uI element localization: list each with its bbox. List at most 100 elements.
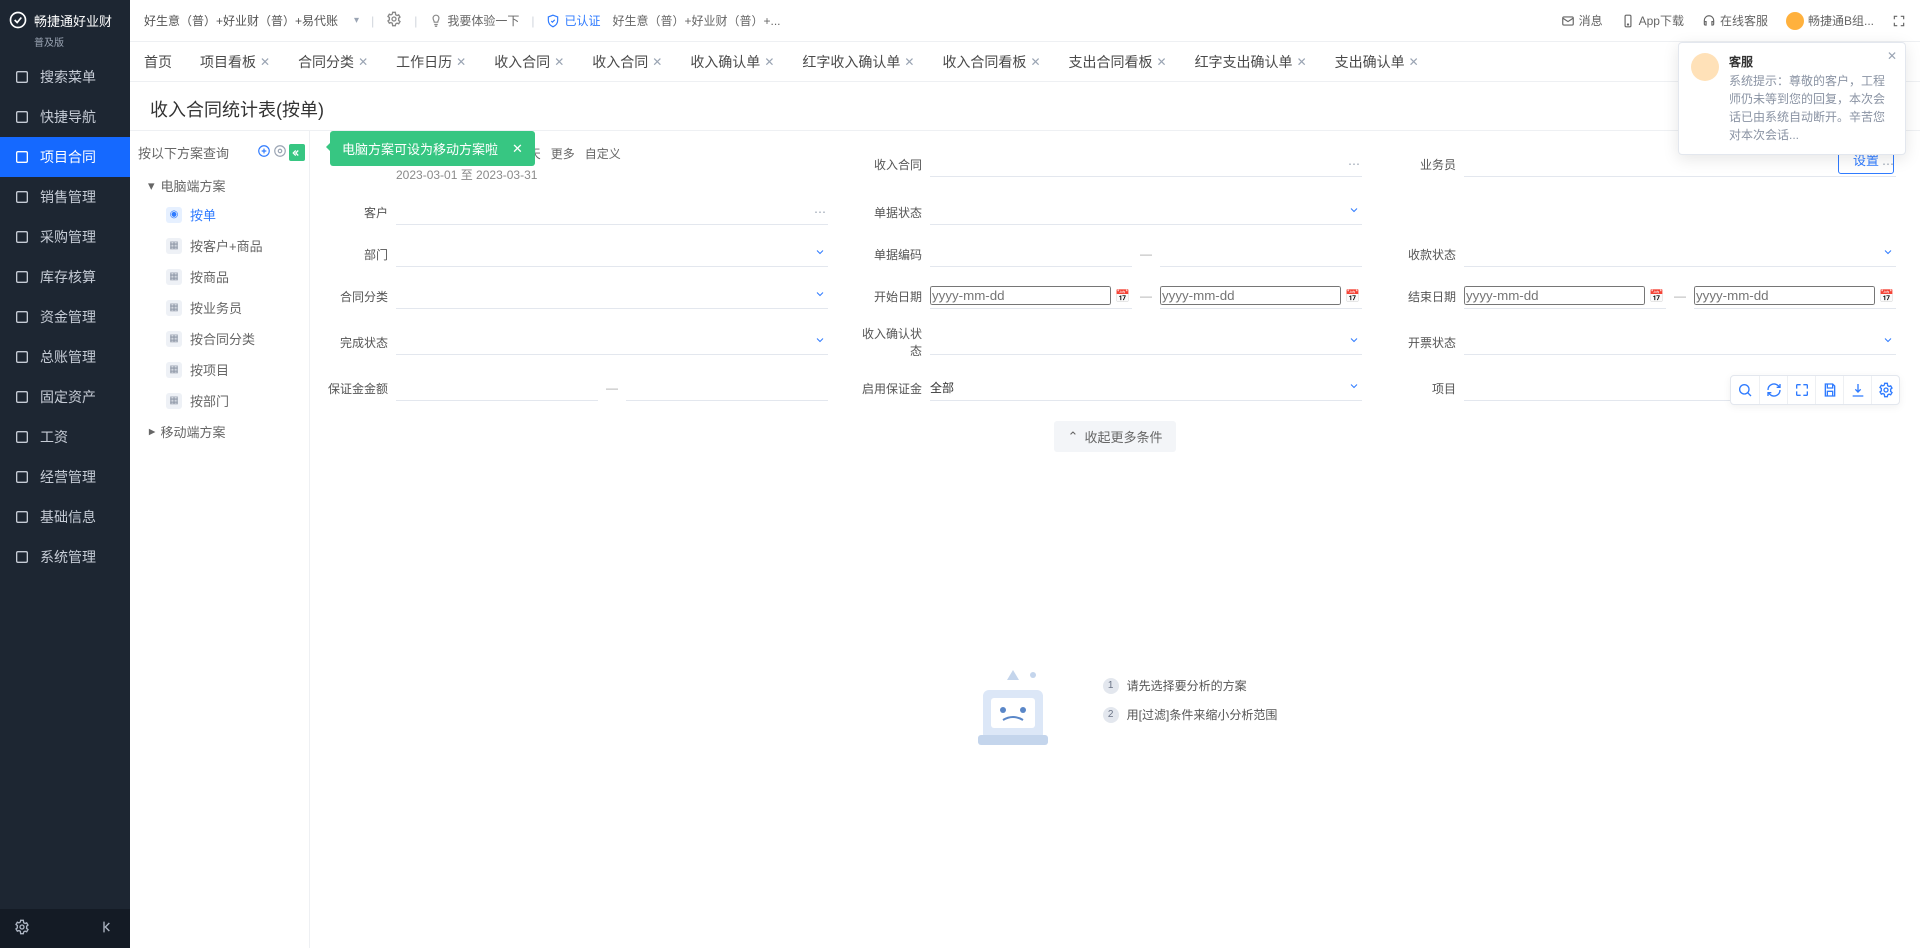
sidebar-item-9[interactable]: 工资 (0, 417, 130, 457)
scheme-item-1[interactable]: ▦按客户+商品 (138, 230, 305, 261)
tool-search-icon[interactable] (1731, 376, 1759, 404)
chevron-down-icon[interactable] (1348, 204, 1360, 219)
sidebar-item-8[interactable]: 固定资产 (0, 377, 130, 417)
settings-icon[interactable] (14, 919, 30, 938)
tool-save-icon[interactable] (1815, 376, 1843, 404)
sidebar-item-0[interactable]: 搜索菜单 (0, 57, 130, 97)
close-tab-icon[interactable]: ✕ (260, 55, 270, 69)
collapse-scheme-icon[interactable] (289, 144, 305, 161)
close-tab-icon[interactable]: ✕ (456, 55, 466, 69)
invoice-status-field[interactable] (1464, 329, 1896, 355)
tab-8[interactable]: 收入合同看板✕ (928, 52, 1054, 72)
scheme-item-0[interactable]: ◉按单 (138, 199, 305, 230)
tab-4[interactable]: 收入合同✕ (480, 52, 578, 72)
tab-6[interactable]: 收入确认单✕ (676, 52, 788, 72)
tool-expand-icon[interactable] (1787, 376, 1815, 404)
sidebar-item-5[interactable]: 库存核算 (0, 257, 130, 297)
tab-2[interactable]: 合同分类✕ (284, 52, 382, 72)
receipt-status-field[interactable] (1464, 241, 1896, 267)
contract-class-field[interactable] (396, 283, 828, 309)
collapse-sidebar-icon[interactable] (100, 919, 116, 938)
scheme-item-2[interactable]: ▦按商品 (138, 261, 305, 292)
more-icon[interactable]: ⋯ (814, 205, 826, 219)
sidebar-item-3[interactable]: 销售管理 (0, 177, 130, 217)
tab-11[interactable]: 支出确认单✕ (1321, 52, 1433, 72)
scheme-item-6[interactable]: ▦按部门 (138, 385, 305, 416)
calendar-icon[interactable]: 📅 (1879, 289, 1894, 303)
chevron-down-icon[interactable] (814, 246, 826, 261)
chevron-down-icon[interactable] (814, 334, 826, 349)
tab-9[interactable]: 支出合同看板✕ (1055, 52, 1181, 72)
gear-icon[interactable] (386, 11, 402, 30)
sidebar-item-11[interactable]: 基础信息 (0, 497, 130, 537)
scheme-item-3[interactable]: ▦按业务员 (138, 292, 305, 323)
sidebar-item-1[interactable]: 快捷导航 (0, 97, 130, 137)
verified-badge[interactable]: 已认证 (546, 12, 600, 29)
close-tip-icon[interactable]: ✕ (512, 141, 523, 157)
chevron-down-icon[interactable]: ▾ (354, 15, 359, 26)
close-popup-icon[interactable]: ✕ (1887, 49, 1897, 63)
calendar-icon[interactable]: 📅 (1115, 289, 1130, 303)
tab-10[interactable]: 红字支出确认单✕ (1181, 52, 1321, 72)
voucherno-to[interactable] (1160, 241, 1362, 267)
customer-field[interactable]: ⋯ (396, 199, 828, 225)
deposit-from[interactable] (396, 375, 598, 401)
collapse-filters[interactable]: ⌃收起更多条件 (1054, 421, 1177, 452)
startdate-from[interactable]: 📅 (930, 283, 1132, 309)
scheme-item-5[interactable]: ▦按项目 (138, 354, 305, 385)
deposit-to[interactable] (626, 375, 828, 401)
calendar-icon[interactable]: 📅 (1649, 289, 1664, 303)
tab-1[interactable]: 项目看板✕ (186, 52, 284, 72)
top-app-download[interactable]: App下载 (1621, 12, 1684, 29)
close-tab-icon[interactable]: ✕ (554, 55, 564, 69)
enddate-from[interactable]: 📅 (1464, 283, 1666, 309)
confirm-status-field[interactable] (930, 329, 1362, 355)
chevron-down-icon[interactable] (814, 288, 826, 303)
share-scheme-icon[interactable] (273, 144, 287, 161)
fullscreen-icon[interactable] (1892, 14, 1906, 28)
tool-export-icon[interactable] (1843, 376, 1871, 404)
deposit-enabled-field[interactable]: 全部 (930, 375, 1362, 401)
complete-status-field[interactable] (396, 329, 828, 355)
sidebar-item-2[interactable]: 项目合同 (0, 137, 130, 177)
top-messages[interactable]: 消息 (1561, 12, 1603, 29)
date-option[interactable]: 更多 (551, 145, 575, 164)
tab-7[interactable]: 红字收入确认单✕ (788, 52, 928, 72)
tryout-link[interactable]: 我要体验一下 (429, 12, 519, 29)
sidebar-item-4[interactable]: 采购管理 (0, 217, 130, 257)
chevron-down-icon[interactable] (1348, 380, 1360, 395)
calendar-icon[interactable]: 📅 (1345, 289, 1360, 303)
voucherno-from[interactable] (930, 241, 1132, 267)
close-tab-icon[interactable]: ✕ (1297, 55, 1307, 69)
sidebar-item-12[interactable]: 系统管理 (0, 537, 130, 577)
chevron-down-icon[interactable] (1882, 246, 1894, 261)
top-apps[interactable]: 好生意（普）+好业财（普）+易代账 (144, 12, 338, 29)
close-tab-icon[interactable]: ✕ (1157, 55, 1167, 69)
top-user[interactable]: 畅捷通B组... (1786, 12, 1874, 30)
close-tab-icon[interactable]: ✕ (1030, 55, 1040, 69)
startdate-to[interactable]: 📅 (1160, 283, 1362, 309)
close-tab-icon[interactable]: ✕ (1409, 55, 1419, 69)
scheme-item-4[interactable]: ▦按合同分类 (138, 323, 305, 354)
sidebar-item-6[interactable]: 资金管理 (0, 297, 130, 337)
tab-5[interactable]: 收入合同✕ (578, 52, 676, 72)
enddate-to[interactable]: 📅 (1694, 283, 1896, 309)
more-icon[interactable]: ⋯ (1348, 157, 1360, 171)
dept-field[interactable] (396, 241, 828, 267)
tool-settings-icon[interactable] (1871, 376, 1899, 404)
date-option[interactable]: 自定义 (585, 145, 621, 164)
tool-refresh-icon[interactable] (1759, 376, 1787, 404)
add-scheme-icon[interactable] (257, 144, 271, 161)
close-tab-icon[interactable]: ✕ (652, 55, 662, 69)
tab-3[interactable]: 工作日历✕ (382, 52, 480, 72)
tab-0[interactable]: 首页 (130, 52, 186, 72)
income-contract-field[interactable]: ⋯ (930, 151, 1362, 177)
sidebar-item-7[interactable]: 总账管理 (0, 337, 130, 377)
close-tab-icon[interactable]: ✕ (904, 55, 914, 69)
more-icon[interactable]: ⋯ (1882, 157, 1894, 171)
close-tab-icon[interactable]: ✕ (764, 55, 774, 69)
top-apps-2[interactable]: 好生意（普）+好业财（普）+... (612, 12, 780, 29)
close-tab-icon[interactable]: ✕ (358, 55, 368, 69)
voucher-status-field[interactable] (930, 199, 1362, 225)
chevron-down-icon[interactable] (1882, 334, 1894, 349)
